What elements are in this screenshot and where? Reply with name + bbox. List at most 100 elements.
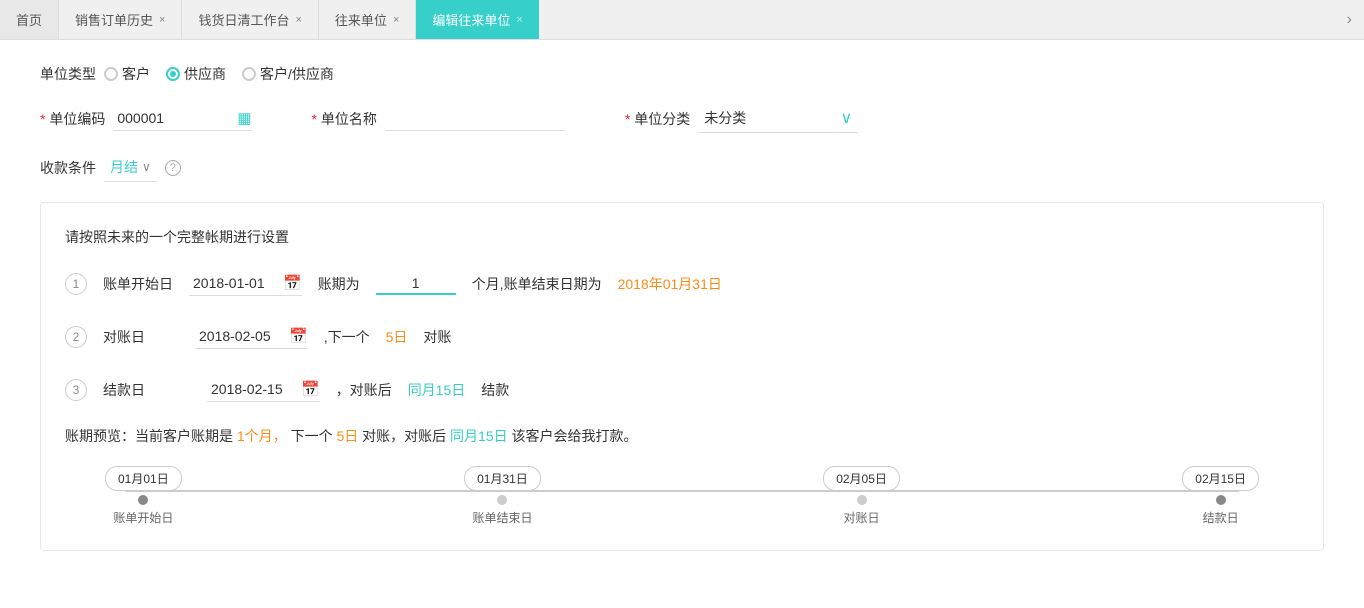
tab-partner-label: 往来单位 [335,10,387,29]
step-2-row: 2 对账日 📅 ,下一个 5日 对账 [65,324,1299,349]
timeline-dot-4 [1216,495,1226,505]
timeline-label-1: 账单开始日 [113,509,173,526]
radio-customer-circle [104,67,118,81]
timeline-node-2: 01月31日 账单结束日 [464,466,541,526]
step-1-date-input[interactable] [189,271,279,295]
preview-highlight2: 5日 [336,428,358,444]
timeline-label-3: 对账日 [844,509,880,526]
timeline-badge-1: 01月01日 [105,466,182,491]
step-3-number: 3 [65,379,87,401]
step-3-highlight: 同月15日 [408,380,466,400]
payment-terms-help-icon[interactable]: ? [165,160,181,176]
unit-category-select[interactable]: 未分类 ∨ [698,104,858,133]
unit-code-icon[interactable]: ▦ [237,109,251,127]
unit-code-label: 单位编码 [40,109,105,129]
timeline-dot-3 [857,495,867,505]
timeline-dot-2 [497,495,507,505]
step-3-desc-suffix: 结款 [481,380,509,400]
box-title: 请按照未来的一个完整帐期进行设置 [65,227,1299,247]
timeline-label-2: 账单结束日 [472,509,532,526]
tab-partner-close-icon[interactable]: × [393,14,399,26]
tab-sales-history[interactable]: 销售订单历史 × [59,0,182,39]
unit-type-label: 单位类型 [40,64,96,84]
category-dropdown-icon: ∨ [841,108,853,128]
payment-terms-dropdown-icon: ∨ [142,160,151,174]
step-1-calendar-icon[interactable]: 📅 [283,274,302,292]
timeline-node-1: 01月01日 账单开始日 [105,466,182,526]
step-1-label: 账单开始日 [103,274,173,294]
timeline: 01月01日 账单开始日 01月31日 账单结束日 02月05日 对账日 [65,466,1299,526]
step-1-number: 1 [65,273,87,295]
tab-sales-close-icon[interactable]: × [159,14,165,26]
unit-name-input[interactable]: 河南供应商22 [385,106,565,131]
payment-terms-value: 月结 [110,157,138,177]
payment-terms-label: 收款条件 [40,158,96,178]
radio-supplier-circle [166,67,180,81]
step-2-date-wrapper: 📅 [195,324,308,349]
step-1-period-prefix: 账期为 [318,274,360,294]
settings-box: 请按照未来的一个完整帐期进行设置 1 账单开始日 📅 账期为 个月,账单结束日期… [40,202,1324,551]
step-3-desc-prefix: ，对账后 [336,380,392,400]
tab-partner-units[interactable]: 往来单位 × [319,0,416,39]
timeline-node-3: 02月05日 对账日 [823,466,900,526]
radio-both-label: 客户/供应商 [260,64,334,84]
radio-supplier-label: 供应商 [184,64,226,84]
payment-terms-group: 收款条件 月结 ∨ ? [40,153,181,182]
step-2-number: 2 [65,326,87,348]
tab-cash-label: 钱货日清工作台 [198,10,289,29]
preview-text: 账期预览：当前客户账期是 1个月， 下一个 5日 对账，对账后 同月15日 该客… [65,410,1299,446]
step-1-row: 1 账单开始日 📅 账期为 个月,账单结束日期为 2018年01月31日 [65,271,1299,296]
preview-prefix: 账期预览：当前客户账期是 [65,428,233,444]
step-1-period-suffix: 个月,账单结束日期为 [472,274,602,294]
step-1-period-input[interactable] [376,273,456,295]
tab-cash-workbench[interactable]: 钱货日清工作台 × [182,0,318,39]
step-2-calendar-icon[interactable]: 📅 [289,327,308,345]
unit-category-group: 单位分类 未分类 ∨ [625,104,858,133]
step-3-label: 结款日 [103,380,163,400]
unit-code-input[interactable] [113,106,233,130]
tab-bar: 首页 销售订单历史 × 钱货日清工作台 × 往来单位 × 编辑往来单位 × › [0,0,1364,40]
step-2-desc-prefix: ,下一个 [324,327,370,347]
step-1-end-date: 2018年01月31日 [618,274,722,294]
unit-name-label: 单位名称 [312,109,377,129]
unit-category-value: 未分类 [704,108,746,128]
main-content: 单位类型 客户 供应商 客户/供应商 单位编码 [0,40,1364,608]
tab-edit-close-icon[interactable]: × [516,14,522,26]
preview-highlight1: 1个月， [237,428,287,444]
timeline-dot-1 [138,495,148,505]
preview-suffix: 该客户会给我打款。 [512,428,638,444]
unit-type-row: 单位类型 客户 供应商 客户/供应商 [40,64,1324,84]
step-3-calendar-icon[interactable]: 📅 [301,380,320,398]
tab-edit-label: 编辑往来单位 [432,10,510,29]
unit-code-group: 单位编码 ▦ [40,106,252,131]
unit-name-group: 单位名称 河南供应商22 [312,106,565,131]
tab-home[interactable]: 首页 [0,0,59,39]
timeline-badge-2: 01月31日 [464,466,541,491]
step-2-desc-suffix: 对账 [423,327,451,347]
tab-home-label: 首页 [16,10,42,29]
step-3-date-wrapper: 📅 [207,377,320,402]
tab-cash-close-icon[interactable]: × [295,14,301,26]
preview-text2: 对账，对账后 [362,428,446,444]
timeline-label-4: 结款日 [1203,509,1239,526]
payment-terms-row: 收款条件 月结 ∨ ? [40,153,1324,182]
radio-customer-label: 客户 [122,64,150,84]
step-2-date-input[interactable] [195,324,285,348]
timeline-nodes: 01月01日 账单开始日 01月31日 账单结束日 02月05日 对账日 [85,466,1279,526]
tab-edit-partner[interactable]: 编辑往来单位 × [416,0,538,39]
timeline-badge-3: 02月05日 [823,466,900,491]
timeline-badge-4: 02月15日 [1182,466,1259,491]
payment-terms-select[interactable]: 月结 ∨ [104,153,157,182]
radio-both[interactable]: 客户/供应商 [242,64,334,84]
radio-group: 客户 供应商 客户/供应商 [104,64,334,84]
radio-both-circle [242,67,256,81]
step-3-date-input[interactable] [207,377,297,401]
preview-text1: 下一个 [291,428,333,444]
unit-category-label: 单位分类 [625,109,690,129]
unit-code-input-wrapper: ▦ [113,106,251,131]
unit-type-group: 单位类型 客户 供应商 客户/供应商 [40,64,334,84]
radio-supplier[interactable]: 供应商 [166,64,226,84]
preview-highlight3: 同月15日 [450,428,508,444]
radio-customer[interactable]: 客户 [104,64,150,84]
tab-expand-button[interactable]: › [1335,11,1364,29]
